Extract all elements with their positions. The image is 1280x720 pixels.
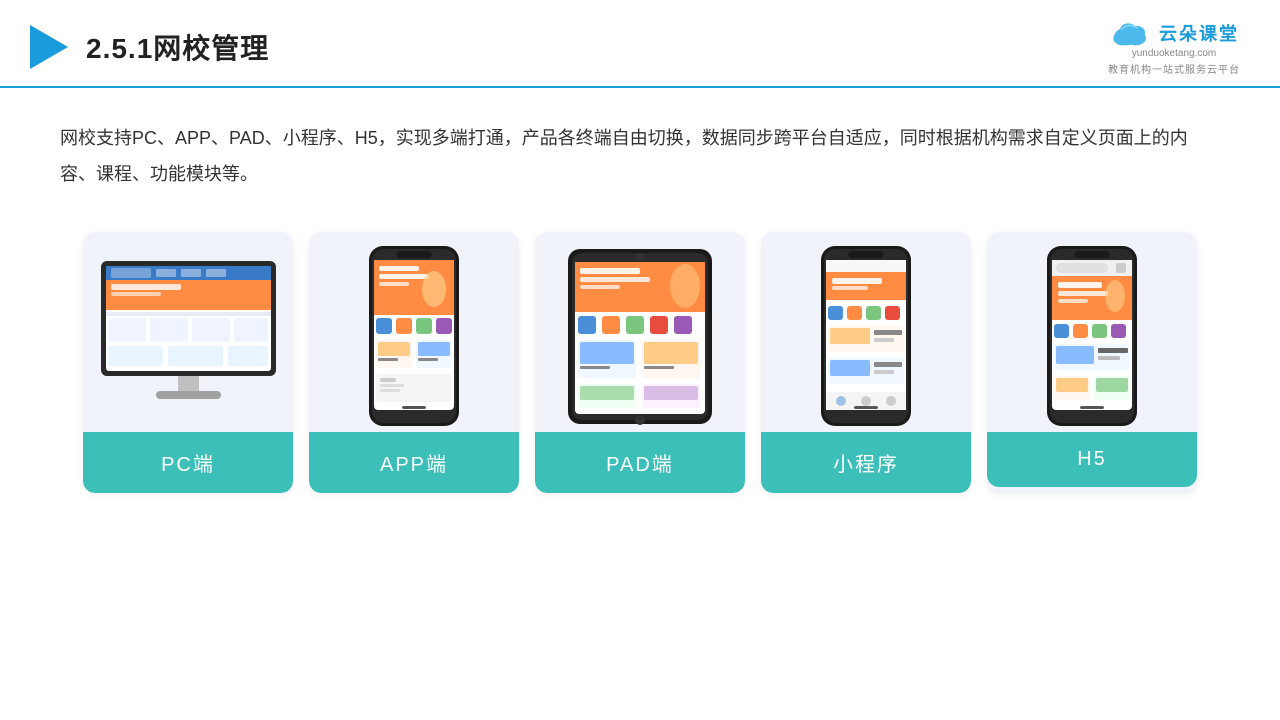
page-title: 2.5.1网校管理 (86, 27, 269, 67)
card-miniapp-image (761, 232, 971, 432)
card-h5-image (987, 232, 1197, 432)
h5-phone-icon (1042, 244, 1142, 429)
logo-cloud: 云朵课堂 (1109, 18, 1239, 48)
card-pad-label: PAD端 (535, 432, 745, 493)
header-left: 2.5.1网校管理 (30, 25, 269, 69)
logo-url: yunduoketang.com (1132, 48, 1217, 59)
description: 网校支持PC、APP、PAD、小程序、H5，实现多端打通，产品各终端自由切换，数… (0, 88, 1280, 212)
card-app: APP端 (309, 232, 519, 493)
card-app-label: APP端 (309, 432, 519, 493)
card-pc-image (83, 232, 293, 432)
card-app-image (309, 232, 519, 432)
card-pc-label: PC端 (83, 432, 293, 493)
card-h5-label: H5 (987, 432, 1197, 487)
description-text: 网校支持PC、APP、PAD、小程序、H5，实现多端打通，产品各终端自由切换，数… (60, 128, 1188, 184)
logo-sub: 教育机构一站式服务云平台 (1108, 61, 1240, 76)
miniapp-phone-icon (816, 244, 916, 429)
card-h5: H5 (987, 232, 1197, 493)
logo-text: 云朵课堂 (1159, 20, 1239, 46)
logo-area: 云朵课堂 yunduoketang.com 教育机构一站式服务云平台 (1108, 18, 1240, 76)
card-miniapp-label: 小程序 (761, 432, 971, 493)
cloud-logo-icon (1109, 18, 1153, 48)
header: 2.5.1网校管理 云朵课堂 yunduoketang.com 教育机构一站式服… (0, 0, 1280, 88)
app-phone-icon (364, 244, 464, 429)
card-pad-image (535, 232, 745, 432)
card-pc: PC端 (83, 232, 293, 493)
page: 2.5.1网校管理 云朵课堂 yunduoketang.com 教育机构一站式服… (0, 0, 1280, 720)
card-pad: PAD端 (535, 232, 745, 493)
pc-monitor-icon (96, 256, 281, 416)
play-icon (30, 25, 68, 69)
card-miniapp: 小程序 (761, 232, 971, 493)
pad-tablet-icon (560, 244, 720, 429)
cards-area: PC端 (0, 212, 1280, 513)
